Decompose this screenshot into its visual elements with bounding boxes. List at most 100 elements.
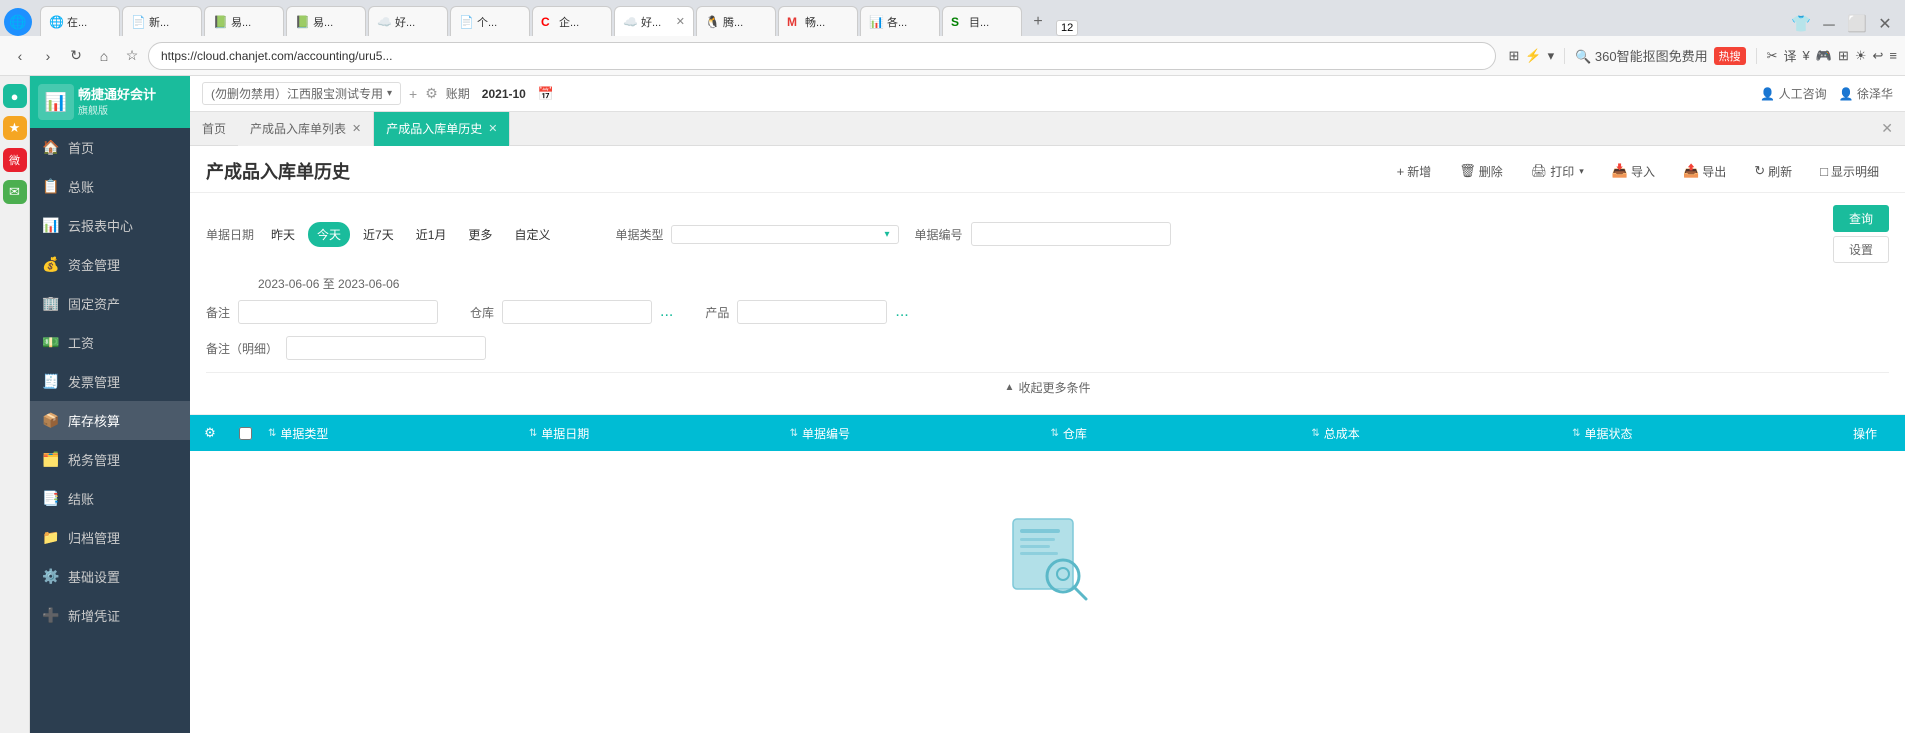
sun-icon[interactable]: ☀ — [1855, 48, 1867, 64]
sidebar-item-basic-settings[interactable]: ⚙️ 基础设置 — [30, 557, 190, 596]
sidebar-item-home[interactable]: 🏠 首页 — [30, 128, 190, 167]
apps-icon[interactable]: ⊞ — [1838, 48, 1849, 64]
grid-icon[interactable]: ⊞ — [1508, 48, 1519, 64]
warehouse-more-icon[interactable]: ... — [660, 303, 673, 321]
tab-10[interactable]: M 畅... — [778, 6, 858, 36]
maximize-button[interactable]: ⬜ — [1845, 12, 1869, 36]
scissors-icon[interactable]: ✂ — [1767, 48, 1778, 64]
1month-btn[interactable]: 近1月 — [407, 222, 456, 247]
remarks-detail-input[interactable] — [286, 336, 486, 360]
sidebar-item-fixed-assets[interactable]: 🏢 固定资产 — [30, 284, 190, 323]
display-detail-button[interactable]: □ 显示明细 — [1810, 159, 1889, 184]
sidebar-item-archive[interactable]: 📁 归档管理 — [30, 518, 190, 557]
tab-7[interactable]: C 企... — [532, 6, 612, 36]
shirt-icon[interactable]: 👕 — [1789, 12, 1813, 36]
voucher-number-input[interactable] — [971, 222, 1171, 246]
print-button[interactable]: 🖨 打印 ▾ — [1521, 159, 1594, 184]
user-service[interactable]: 👤 人工咨询 — [1760, 85, 1826, 102]
address-input[interactable] — [148, 42, 1496, 70]
7days-btn[interactable]: 近7天 — [354, 222, 403, 247]
export-button[interactable]: 📤 导出 — [1673, 159, 1736, 184]
add-company-button[interactable]: + — [409, 86, 417, 102]
th-total-cost[interactable]: ⇅ 总成本 — [1303, 425, 1564, 442]
calendar-icon[interactable]: 📅 — [538, 86, 554, 102]
table-settings-icon[interactable]: ⚙ — [190, 425, 230, 441]
tab-3-icon: 📗 — [213, 15, 227, 29]
yesterday-btn[interactable]: 昨天 — [262, 222, 304, 247]
tab-12[interactable]: S 目... — [942, 6, 1022, 36]
sidebar-item-invoice[interactable]: 🧾 发票管理 — [30, 362, 190, 401]
new-tab-button[interactable]: + — [1024, 8, 1052, 36]
close-button[interactable]: ✕ — [1873, 12, 1897, 36]
sidebar-item-settlement[interactable]: 📑 结账 — [30, 479, 190, 518]
breadcrumb-tab-history[interactable]: 产成品入库单历史 ✕ — [374, 112, 510, 146]
query-button[interactable]: 查询 — [1833, 205, 1889, 232]
tab-count[interactable]: 12 — [1056, 20, 1078, 36]
user-avatar[interactable]: 👤 徐泽华 — [1839, 85, 1893, 102]
more-icon[interactable]: ≡ — [1889, 48, 1897, 63]
icon-bar-360[interactable]: ● — [3, 84, 27, 108]
breadcrumb-tab-list-close[interactable]: ✕ — [352, 122, 361, 135]
home-button[interactable]: ⌂ — [92, 44, 116, 68]
tab-8-close[interactable]: ✕ — [676, 15, 685, 28]
import-button[interactable]: 📥 导入 — [1602, 159, 1665, 184]
sidebar-item-new-voucher[interactable]: ➕ 新增凭证 — [30, 596, 190, 635]
tab-3[interactable]: 📗 易... — [204, 6, 284, 36]
sidebar-item-reports[interactable]: 📊 云报表中心 — [30, 206, 190, 245]
forward-button[interactable]: › — [36, 44, 60, 68]
collapse-button[interactable]: ▲ 收起更多条件 — [206, 372, 1889, 402]
lightning-icon[interactable]: ⚡ — [1525, 48, 1541, 64]
breadcrumb-tab-list[interactable]: 产成品入库单列表 ✕ — [238, 112, 374, 146]
tab-9[interactable]: 🐧 腾... — [696, 6, 776, 36]
th-voucher-status[interactable]: ⇅ 单据状态 — [1564, 425, 1825, 442]
settings-icon[interactable]: ↩ — [1873, 48, 1884, 64]
company-selector[interactable]: (勿删勿禁用）江西服宝测试专用 ▾ — [202, 82, 401, 105]
refresh-page-button[interactable]: ↻ 刷新 — [1744, 159, 1802, 184]
tab-8[interactable]: ☁️ 好... ✕ — [614, 6, 694, 36]
warehouse-input[interactable] — [502, 300, 652, 324]
table-select-all[interactable] — [230, 427, 260, 440]
minimize-button[interactable]: － — [1817, 12, 1841, 36]
tab-10-title: 畅... — [805, 14, 849, 30]
th-warehouse[interactable]: ⇅ 仓库 — [1042, 425, 1303, 442]
remarks-input[interactable] — [238, 300, 438, 324]
sidebar-item-payroll[interactable]: 💵 工资 — [30, 323, 190, 362]
refresh-button[interactable]: ↻ — [64, 44, 88, 68]
currency-icon[interactable]: ¥ — [1803, 48, 1810, 63]
dropdown-icon[interactable]: ▾ — [1548, 48, 1555, 64]
th-voucher-date[interactable]: ⇅ 单据日期 — [521, 425, 782, 442]
tab-6[interactable]: 📄 个... — [450, 6, 530, 36]
add-button[interactable]: + 新增 — [1387, 159, 1442, 184]
tab-4[interactable]: 📗 易... — [286, 6, 366, 36]
today-btn[interactable]: 今天 — [308, 222, 350, 247]
breadcrumb-home[interactable]: 首页 — [190, 120, 238, 137]
product-more-icon[interactable]: ... — [895, 303, 908, 321]
voucher-type-select[interactable]: ▾ — [671, 225, 898, 244]
tab-1[interactable]: 🌐 在... — [40, 6, 120, 36]
sidebar-item-general-ledger[interactable]: 📋 总账 — [30, 167, 190, 206]
settings-button[interactable]: 设置 — [1833, 236, 1889, 263]
translate-icon[interactable]: 译 — [1784, 46, 1797, 65]
tab-2[interactable]: 📄 新... — [122, 6, 202, 36]
tab-11[interactable]: 📊 各... — [860, 6, 940, 36]
th-voucher-type[interactable]: ⇅ 单据类型 — [260, 425, 521, 442]
breadcrumb-panel-close[interactable]: ✕ — [1869, 120, 1905, 137]
gamepad-icon[interactable]: 🎮 — [1816, 48, 1832, 64]
sidebar-item-inventory[interactable]: 📦 库存核算 — [30, 401, 190, 440]
settings-gear-button[interactable]: ⚙ — [425, 85, 438, 102]
th-voucher-number[interactable]: ⇅ 单据编号 — [782, 425, 1043, 442]
delete-button[interactable]: 🗑 删除 — [1449, 159, 1513, 184]
icon-bar-mail[interactable]: ✉ — [3, 180, 27, 204]
more-btn[interactable]: 更多 — [459, 222, 501, 247]
sidebar-item-tax[interactable]: 🗂️ 税务管理 — [30, 440, 190, 479]
product-input[interactable] — [737, 300, 887, 324]
custom-btn[interactable]: 自定义 — [505, 222, 559, 247]
icon-bar-weibo[interactable]: 微 — [3, 148, 27, 172]
back-button[interactable]: ‹ — [8, 44, 32, 68]
bookmark-button[interactable]: ☆ — [120, 44, 144, 68]
breadcrumb-tab-history-close[interactable]: ✕ — [488, 122, 497, 135]
sidebar-item-funds[interactable]: 💰 资金管理 — [30, 245, 190, 284]
select-all-checkbox[interactable] — [239, 427, 252, 440]
icon-bar-star[interactable]: ★ — [3, 116, 27, 140]
tab-5[interactable]: ☁️ 好... — [368, 6, 448, 36]
